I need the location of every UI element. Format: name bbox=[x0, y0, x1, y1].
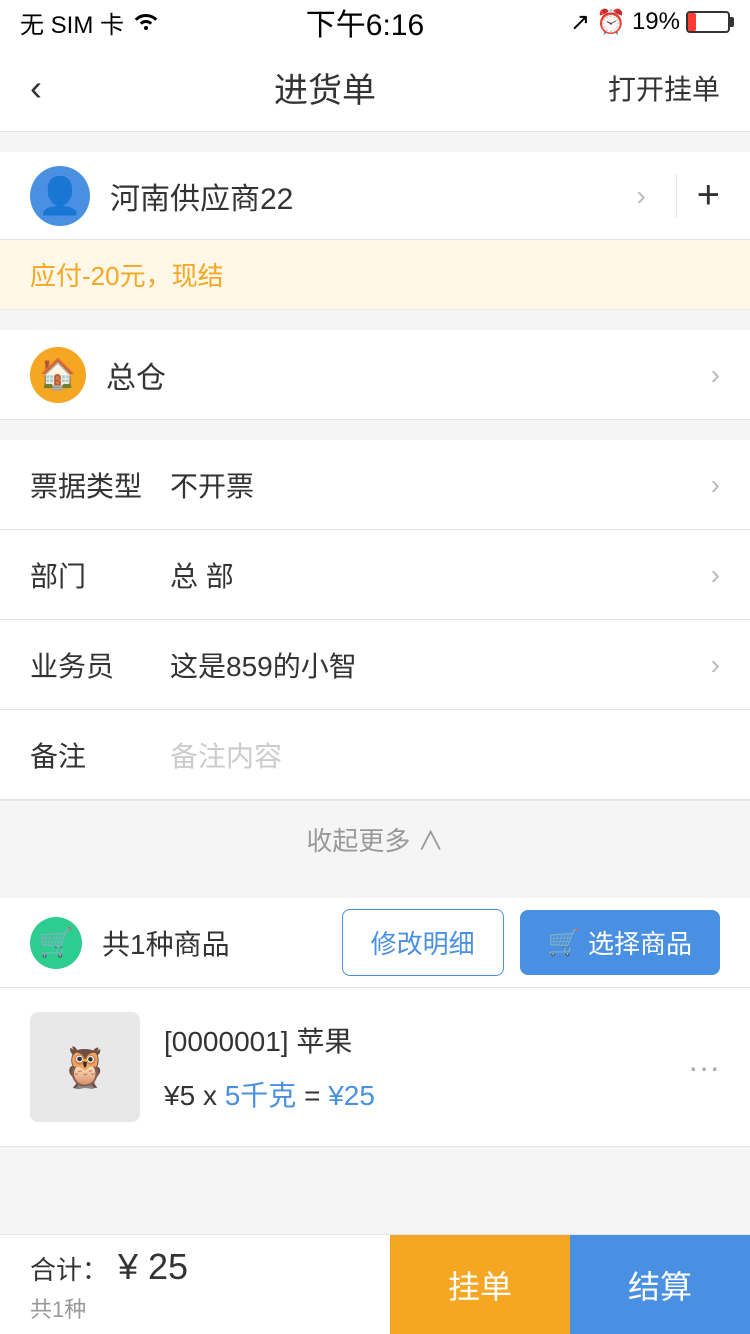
price-multiply: x bbox=[203, 1080, 225, 1111]
invoice-type-row[interactable]: 票据类型 不开票 › bbox=[0, 440, 750, 530]
nav-bar: ‹ 进货单 打开挂单 bbox=[0, 44, 750, 132]
product-name: [0000001] 苹果 bbox=[164, 1020, 688, 1060]
select-product-icon: 🛒 bbox=[548, 927, 580, 958]
warehouse-name: 总仓 bbox=[106, 353, 711, 397]
suspend-label: 挂单 bbox=[448, 1262, 512, 1308]
note-value: 备注内容 bbox=[150, 735, 720, 775]
product-count-icon: 🛒 bbox=[30, 917, 82, 969]
wifi-icon bbox=[132, 8, 160, 37]
warehouse-icon: 🏠 bbox=[39, 357, 76, 392]
battery-text: 19% bbox=[632, 8, 680, 36]
section-gap-2 bbox=[0, 310, 750, 330]
warehouse-row[interactable]: 🏠 总仓 › bbox=[0, 330, 750, 420]
page-title: 进货单 bbox=[274, 63, 376, 112]
supplier-section: 👤 河南供应商22 › + 应付-20元，现结 bbox=[0, 152, 750, 310]
divider bbox=[676, 174, 677, 218]
back-button[interactable]: ‹ bbox=[30, 67, 42, 109]
product-more-button[interactable]: ··· bbox=[688, 1049, 720, 1086]
select-product-button[interactable]: 🛒 选择商品 bbox=[520, 910, 720, 975]
collapse-row[interactable]: 收起更多 ∧ bbox=[0, 800, 750, 878]
add-icon[interactable]: + bbox=[697, 173, 720, 218]
alarm-icon: ⏰ bbox=[596, 8, 626, 37]
select-product-label: 选择商品 bbox=[588, 924, 692, 961]
carrier-text: 无 SIM 卡 bbox=[20, 5, 124, 40]
supplier-chevron-icon: › bbox=[636, 180, 645, 212]
department-value: 总 部 bbox=[150, 555, 711, 595]
status-left: 无 SIM 卡 bbox=[20, 5, 160, 40]
product-title: 苹果 bbox=[296, 1026, 352, 1057]
suspend-button[interactable]: 挂单 bbox=[390, 1235, 570, 1334]
department-chevron-icon: › bbox=[711, 559, 720, 591]
checkout-button[interactable]: 结算 bbox=[570, 1235, 750, 1334]
note-label: 备注 bbox=[30, 735, 150, 775]
quantity-value: 5千克 bbox=[225, 1080, 297, 1111]
total-value: ¥25 bbox=[328, 1080, 375, 1111]
open-pending-button[interactable]: 打开挂单 bbox=[608, 68, 720, 108]
status-right: ↗ ⏰ 19% bbox=[570, 8, 730, 37]
product-price: ¥5 x 5千克 = ¥25 bbox=[164, 1074, 688, 1114]
status-bar: 无 SIM 卡 下午6:16 ↗ ⏰ 19% bbox=[0, 0, 750, 44]
salesman-value: 这是859的小智 bbox=[150, 645, 711, 685]
supplier-name: 河南供应商22 bbox=[110, 174, 636, 218]
invoice-type-label: 票据类型 bbox=[30, 465, 150, 505]
salesman-chevron-icon: › bbox=[711, 649, 720, 681]
collapse-label: 收起更多 ∧ bbox=[306, 826, 443, 856]
note-row[interactable]: 备注 备注内容 bbox=[0, 710, 750, 800]
footer-total-value: ¥ 25 bbox=[118, 1246, 188, 1288]
department-label: 部门 bbox=[30, 555, 150, 595]
supplier-avatar: 👤 bbox=[30, 166, 90, 226]
location-icon: ↗ bbox=[570, 8, 590, 37]
product-info: [0000001] 苹果 ¥5 x 5千克 = ¥25 bbox=[164, 1020, 688, 1114]
department-row[interactable]: 部门 总 部 › bbox=[0, 530, 750, 620]
cart-icon: 🛒 bbox=[39, 926, 74, 959]
battery-icon bbox=[686, 11, 730, 33]
product-count-label: 共1种商品 bbox=[102, 923, 342, 963]
footer-total-row: 合计： ¥ 25 bbox=[30, 1246, 360, 1288]
product-item: 🦉 [0000001] 苹果 ¥5 x 5千克 = ¥25 ··· bbox=[0, 988, 750, 1147]
footer-sub-label: 共1种 bbox=[30, 1292, 360, 1324]
product-thumb-icon: 🦉 bbox=[60, 1044, 110, 1091]
salesman-label: 业务员 bbox=[30, 645, 150, 685]
invoice-type-chevron-icon: › bbox=[711, 469, 720, 501]
section-gap-3 bbox=[0, 420, 750, 440]
status-time: 下午6:16 bbox=[306, 0, 424, 44]
avatar-icon: 👤 bbox=[38, 175, 83, 217]
product-code: [0000001] bbox=[164, 1026, 289, 1057]
product-thumbnail: 🦉 bbox=[30, 1012, 140, 1122]
salesman-row[interactable]: 业务员 这是859的小智 › bbox=[0, 620, 750, 710]
warehouse-chevron-icon: › bbox=[711, 359, 720, 391]
price-equals: = bbox=[304, 1080, 328, 1111]
products-header: 🛒 共1种商品 修改明细 🛒 选择商品 bbox=[0, 898, 750, 988]
section-gap-4 bbox=[0, 878, 750, 898]
price-value: ¥5 bbox=[164, 1080, 195, 1111]
warehouse-avatar: 🏠 bbox=[30, 347, 86, 403]
footer-total: 合计： ¥ 25 共1种 bbox=[0, 1235, 390, 1334]
notice-text: 应付-20元，现结 bbox=[30, 261, 224, 291]
edit-detail-button[interactable]: 修改明细 bbox=[342, 909, 504, 976]
fields-section: 票据类型 不开票 › 部门 总 部 › 业务员 这是859的小智 › 备注 备注… bbox=[0, 440, 750, 800]
notice-bar: 应付-20元，现结 bbox=[0, 240, 750, 310]
checkout-label: 结算 bbox=[628, 1262, 692, 1308]
footer: 合计： ¥ 25 共1种 挂单 结算 bbox=[0, 1234, 750, 1334]
battery-fill bbox=[688, 13, 696, 31]
footer-total-label: 合计： bbox=[30, 1250, 108, 1287]
section-gap-1 bbox=[0, 132, 750, 152]
warehouse-section: 🏠 总仓 › bbox=[0, 330, 750, 420]
invoice-type-value: 不开票 bbox=[150, 465, 711, 505]
supplier-row[interactable]: 👤 河南供应商22 › + bbox=[0, 152, 750, 240]
